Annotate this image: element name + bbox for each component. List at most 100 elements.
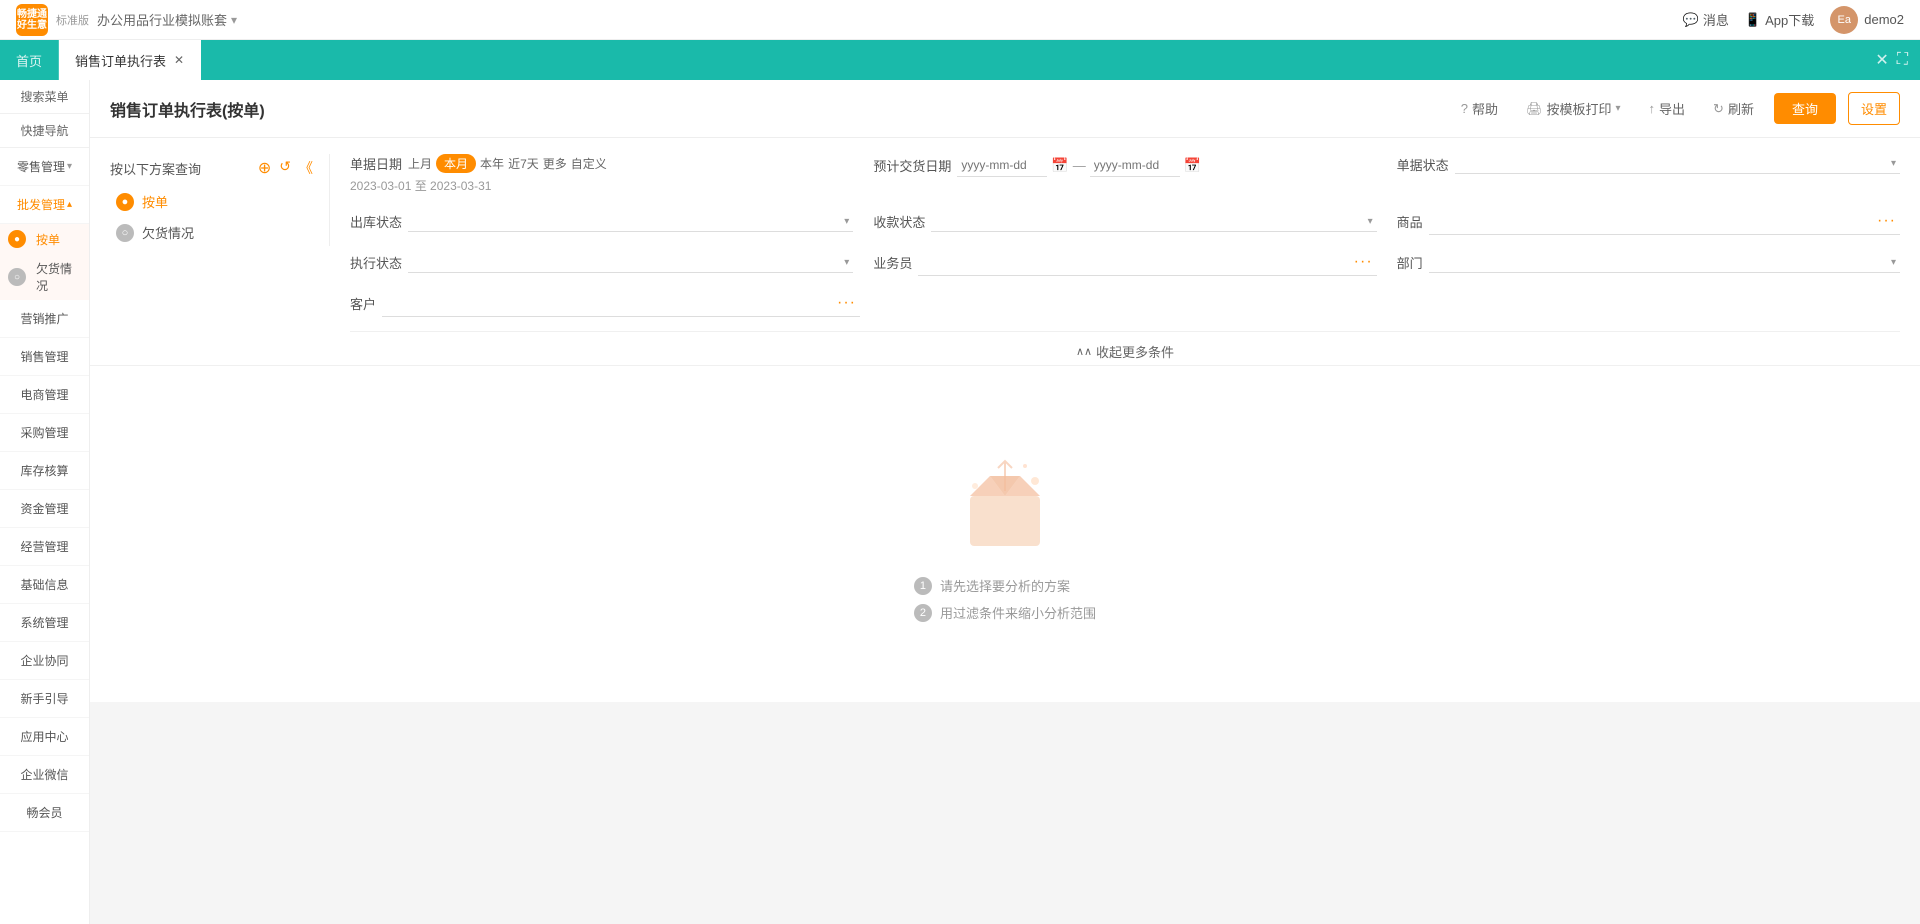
export-label: 导出 <box>1659 99 1685 118</box>
close-tab-button[interactable]: ✕ <box>1875 50 1888 70</box>
sidebar-item-system-label: 系统管理 <box>20 616 68 630</box>
date-tag-custom[interactable]: 自定义 <box>571 155 607 172</box>
add-scheme-icon[interactable]: ⊕ <box>258 158 271 178</box>
scheme-item-order[interactable]: ● 按单 <box>110 188 313 215</box>
app-title-arrow-icon: ▾ <box>231 13 237 27</box>
settings-button[interactable]: 设置 <box>1848 92 1900 125</box>
date-tag-more[interactable]: 更多 <box>543 155 567 172</box>
out-status-dropdown-icon: ▾ <box>844 216 849 227</box>
app-download-button[interactable]: 📱 App下载 <box>1745 10 1814 29</box>
export-button[interactable]: ↑ 导出 <box>1641 95 1694 122</box>
date-tag-current-month[interactable]: 本月 <box>436 154 476 173</box>
collapse-button[interactable]: ∧∧ 收起更多条件 <box>350 331 1900 365</box>
sidebar-item-operations[interactable]: 经营管理 <box>0 528 89 566</box>
out-status-label: 出库状态 <box>350 212 402 231</box>
exec-status-select[interactable]: ▾ <box>408 253 853 273</box>
sidebar-item-basic-info[interactable]: 基础信息 <box>0 566 89 604</box>
receipt-status-select[interactable]: ▾ <box>931 212 1376 232</box>
collapse-scheme-icon[interactable]: 《 <box>299 158 313 178</box>
sidebar-item-sales[interactable]: 销售管理 <box>0 338 89 376</box>
help-label: 帮助 <box>1472 99 1498 118</box>
salesperson-select[interactable]: ··· <box>918 249 1376 276</box>
out-status-select[interactable]: ▾ <box>408 212 853 232</box>
sidebar-item-member-label: 畅会员 <box>26 806 62 820</box>
hint-1-text: 请先选择要分析的方案 <box>940 576 1070 595</box>
tab-close-icon[interactable]: ✕ <box>174 53 184 67</box>
hint-2-text: 用过滤条件来缩小分析范围 <box>940 603 1096 622</box>
date-tag-7days[interactable]: 近7天 <box>508 155 539 172</box>
empty-hint-1: 1 请先选择要分析的方案 <box>914 576 1096 595</box>
department-label: 部门 <box>1397 253 1423 272</box>
user-profile[interactable]: Ea demo2 <box>1830 6 1904 34</box>
sidebar-item-app-center[interactable]: 应用中心 <box>0 718 89 756</box>
scheme-backorder-dot: ○ <box>116 224 134 242</box>
sidebar-item-member[interactable]: 畅会员 <box>0 794 89 832</box>
doc-status-dropdown-icon: ▾ <box>1891 158 1896 169</box>
salesperson-label: 业务员 <box>873 253 912 272</box>
scheme-item-backorder[interactable]: ○ 欠货情况 <box>110 219 313 246</box>
backorder-dot-icon: ○ <box>8 268 26 286</box>
sidebar-item-retail[interactable]: 零售管理 ▾ <box>0 148 89 186</box>
expand-button[interactable]: ⛶ <box>1897 51 1908 69</box>
sidebar-item-finance-label: 资金管理 <box>20 502 68 516</box>
sidebar-search[interactable]: 搜索菜单 <box>0 80 89 114</box>
sidebar-item-newbie-label: 新手引导 <box>20 692 68 706</box>
app-title: 办公用品行业模拟账套 <box>97 10 227 29</box>
customer-select[interactable]: ··· <box>382 290 860 317</box>
sidebar-item-system[interactable]: 系统管理 <box>0 604 89 642</box>
sidebar-quick-nav[interactable]: 快捷导航 <box>0 114 89 148</box>
doc-status-field: 单据状态 ▾ <box>1397 154 1900 174</box>
biao-label: 标准版 <box>56 12 89 28</box>
product-dots-icon[interactable]: ··· <box>1877 212 1896 230</box>
sidebar-item-ecommerce[interactable]: 电商管理 <box>0 376 89 414</box>
date-tag-last-month[interactable]: 上月 <box>408 155 432 172</box>
sidebar-item-retail-label: 零售管理 <box>17 158 65 175</box>
filter-fields: 单据日期 上月 本月 本年 近7天 更多 自定义 2023 <box>330 154 1900 365</box>
print-button[interactable]: 🖨 按模板打印 ▾ <box>1518 95 1629 122</box>
refresh-scheme-icon[interactable]: ↺ <box>279 158 291 178</box>
date-tag-current-year[interactable]: 本年 <box>480 155 504 172</box>
tab-home[interactable]: 首页 <box>0 40 59 80</box>
expected-delivery-start[interactable] <box>957 154 1047 177</box>
sidebar-item-wholesale[interactable]: 批发管理 ▴ <box>0 186 89 224</box>
sidebar-item-purchase[interactable]: 采购管理 <box>0 414 89 452</box>
department-select[interactable]: ▾ <box>1429 253 1900 273</box>
expected-delivery-label: 预计交货日期 <box>873 156 951 175</box>
sidebar-item-marketing[interactable]: 营销推广 <box>0 300 89 338</box>
help-icon: ? <box>1461 101 1468 116</box>
sidebar-item-purchase-label: 采购管理 <box>20 426 68 440</box>
cal-start-icon[interactable]: 📅 <box>1051 157 1068 174</box>
doc-status-select[interactable]: ▾ <box>1455 154 1900 174</box>
product-select[interactable]: ··· <box>1429 208 1900 235</box>
topbar-right: 💬 消息 📱 App下载 Ea demo2 <box>1683 6 1904 34</box>
department-field: 部门 ▾ <box>1397 253 1900 273</box>
customer-dots-icon[interactable]: ··· <box>837 294 856 312</box>
sidebar-item-operations-label: 经营管理 <box>20 540 68 554</box>
topbar-left: 畅捷通好生意 标准版 办公用品行业模拟账套 ▾ <box>16 4 237 36</box>
submenu-item-backorder[interactable]: ○ 欠货情况 <box>0 254 89 300</box>
submenu-item-order[interactable]: ● 按单 <box>0 224 89 254</box>
expected-delivery-end[interactable] <box>1090 154 1180 177</box>
sidebar-item-finance[interactable]: 资金管理 <box>0 490 89 528</box>
sidebar-item-inventory[interactable]: 库存核算 <box>0 452 89 490</box>
tab-sales-order[interactable]: 销售订单执行表 ✕ <box>59 40 201 80</box>
help-button[interactable]: ? 帮助 <box>1453 95 1506 122</box>
sidebar-item-enterprise[interactable]: 企业协同 <box>0 642 89 680</box>
submenu-order-label: 按单 <box>36 231 60 248</box>
logo-icon: 畅捷通好生意 <box>16 4 48 36</box>
sidebar-item-newbie[interactable]: 新手引导 <box>0 680 89 718</box>
sidebar-item-wechat[interactable]: 企业微信 <box>0 756 89 794</box>
sidebar-item-wholesale-label: 批发管理 <box>17 196 65 213</box>
query-button[interactable]: 查询 <box>1774 93 1836 124</box>
refresh-button[interactable]: ↻ 刷新 <box>1705 95 1762 122</box>
date-range-divider: — <box>1073 158 1086 173</box>
salesperson-field: 业务员 ··· <box>873 249 1376 276</box>
doc-status-label: 单据状态 <box>1397 155 1449 174</box>
app-title-bar[interactable]: 办公用品行业模拟账套 ▾ <box>97 10 237 29</box>
scheme-panel: 按以下方案查询 ⊕ ↺ 《 ● 按单 ○ 欠货情况 <box>110 154 330 246</box>
cal-end-icon[interactable]: 📅 <box>1184 157 1201 174</box>
salesperson-dots-icon[interactable]: ··· <box>1354 253 1373 271</box>
print-label: 按模板打印 <box>1546 99 1611 118</box>
message-button[interactable]: 💬 消息 <box>1683 10 1729 29</box>
customer-field: 客户 ··· <box>350 290 860 317</box>
